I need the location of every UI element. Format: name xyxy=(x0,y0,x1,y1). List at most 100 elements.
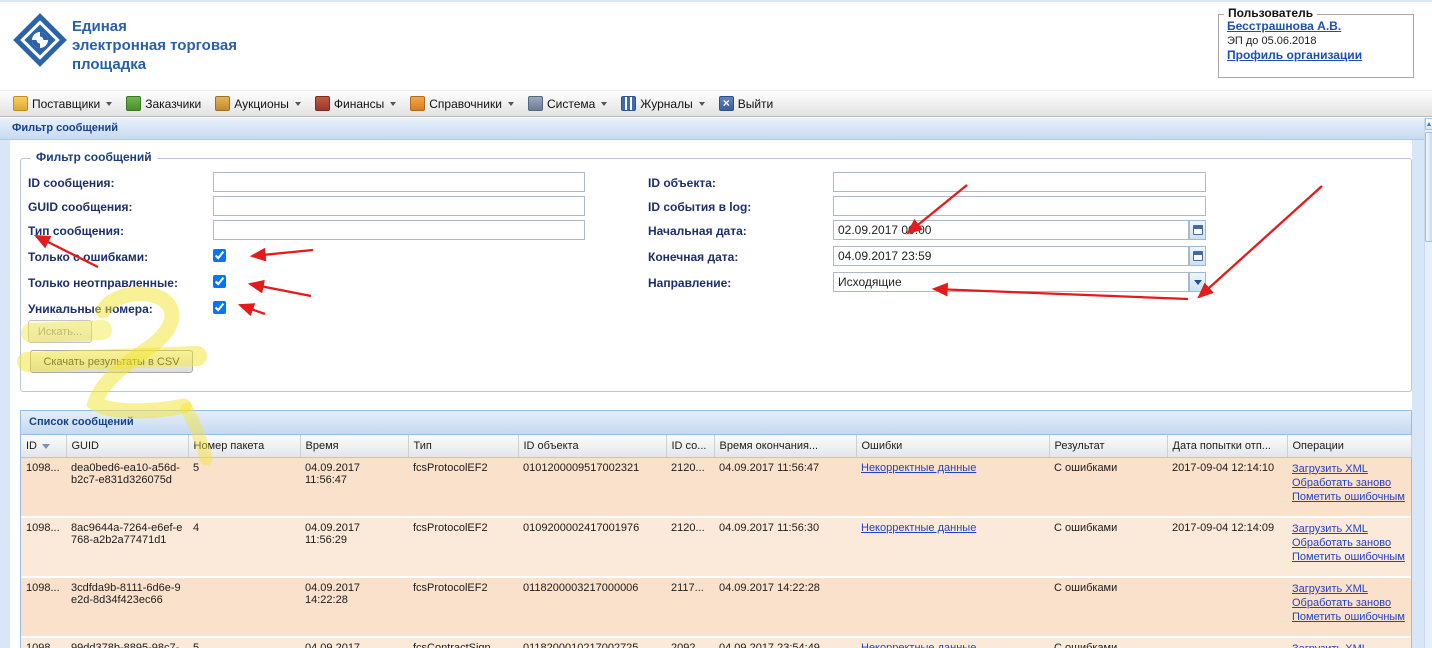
unsent-only-checkbox[interactable] xyxy=(213,275,226,288)
menu-suppliers[interactable]: Поставщики xyxy=(8,92,121,116)
message-id-input[interactable] xyxy=(213,172,585,192)
cell-attempt-date xyxy=(1167,577,1287,638)
table-row[interactable]: 1098... 99dd378b-8895-98c7-cb5f-3a41e72b… xyxy=(21,637,1411,648)
cell-time: 04.09.2017 11:56:29 xyxy=(300,517,408,578)
column-header-id[interactable]: ID xyxy=(21,435,67,458)
start-date-input[interactable] xyxy=(833,220,1189,240)
op-load-xml-link[interactable]: Загрузить XML xyxy=(1292,462,1406,476)
user-name-link[interactable]: Бесстрашнова А.В. xyxy=(1227,19,1413,33)
cell-id-so: 2117... xyxy=(666,577,714,638)
cell-object-id: 0118200010217002725 xyxy=(518,637,666,648)
direction-select[interactable]: Исходящие xyxy=(833,272,1189,292)
object-id-input[interactable] xyxy=(833,172,1206,192)
org-profile-link[interactable]: Профиль организации xyxy=(1227,48,1413,62)
vertical-scrollbar[interactable] xyxy=(1424,118,1432,648)
column-header-end-time[interactable]: Время окончания... xyxy=(714,435,857,458)
guid-input[interactable] xyxy=(213,196,585,216)
menu-journals[interactable]: Журналы xyxy=(616,92,713,116)
start-date-calendar-button[interactable] xyxy=(1189,220,1206,240)
cell-result: С ошибками xyxy=(1049,517,1167,578)
unique-numbers-checkbox[interactable] xyxy=(213,301,226,314)
page-title-bar: Фильтр сообщений xyxy=(0,118,1424,140)
op-mark-error-link[interactable]: Пометить ошибочным xyxy=(1292,550,1406,564)
scroll-up-button[interactable] xyxy=(1425,118,1432,130)
cell-errors xyxy=(856,577,1049,638)
menu-auctions[interactable]: Аукционы xyxy=(210,92,310,116)
cell-time: 04.09.2017 14:22:28 xyxy=(300,577,408,638)
search-button[interactable]: Искать... xyxy=(28,320,92,343)
cell-end-time: 04.09.2017 14:22:28 xyxy=(714,577,856,638)
column-header-packet[interactable]: Номер пакета xyxy=(188,435,301,458)
menu-finance[interactable]: Финансы xyxy=(310,92,405,116)
errors-only-checkbox[interactable] xyxy=(213,249,226,262)
unsent-only-label: Только неотправленные: xyxy=(28,276,178,290)
calendar-icon xyxy=(1192,251,1203,261)
message-type-input[interactable] xyxy=(213,220,585,240)
menu-exit[interactable]: Выйти xyxy=(714,92,783,116)
end-date-input[interactable] xyxy=(833,246,1189,266)
cell-id: 1098... xyxy=(21,577,66,638)
start-date-label: Начальная дата: xyxy=(648,224,747,238)
cell-id: 1098... xyxy=(21,457,66,518)
direction-dropdown-button[interactable] xyxy=(1189,272,1206,292)
op-mark-error-link[interactable]: Пометить ошибочным xyxy=(1292,610,1406,624)
column-header-id-so[interactable]: ID со... xyxy=(666,435,715,458)
chevron-down-icon xyxy=(106,101,113,106)
op-mark-error-link[interactable]: Пометить ошибочным xyxy=(1292,490,1406,504)
column-header-guid[interactable]: GUID xyxy=(66,435,189,458)
app-root: Единая электронная торговая площадка Пол… xyxy=(0,0,1432,648)
cell-operations: Загрузить XML Обработать заново Пометить… xyxy=(1287,517,1411,578)
cell-result: С ошибками xyxy=(1049,577,1167,638)
brand-title: Единая электронная торговая площадка xyxy=(72,18,237,73)
op-reprocess-link[interactable]: Обработать заново xyxy=(1292,476,1406,490)
log-event-id-input[interactable] xyxy=(833,196,1206,216)
table-row[interactable]: 1098... 8ac9644a-7264-e6ef-e768-a2b2a774… xyxy=(21,517,1411,578)
cell-guid: dea0bed6-ea10-a56d-b2c7-e831d326075d xyxy=(66,457,188,518)
chevron-down-icon xyxy=(294,101,301,106)
column-header-object-id[interactable]: ID объекта xyxy=(518,435,667,458)
customers-icon xyxy=(126,96,142,111)
scrollbar-thumb[interactable] xyxy=(1425,132,1432,242)
guid-label: GUID сообщения: xyxy=(28,200,133,214)
errors-link[interactable]: Некорректные данные xyxy=(861,462,976,474)
column-header-time[interactable]: Время xyxy=(300,435,409,458)
table-row[interactable]: 1098... dea0bed6-ea10-a56d-b2c7-e831d326… xyxy=(21,457,1411,518)
chevron-down-icon xyxy=(698,101,705,106)
column-header-type[interactable]: Тип xyxy=(408,435,519,458)
calendar-icon xyxy=(1192,225,1203,235)
op-reprocess-link[interactable]: Обработать заново xyxy=(1292,536,1406,550)
column-header-attempt-date[interactable]: Дата попытки отп... xyxy=(1167,435,1288,458)
column-header-result[interactable]: Результат xyxy=(1049,435,1168,458)
errors-link[interactable]: Некорректные данные xyxy=(861,522,976,534)
end-date-label: Конечная дата: xyxy=(648,250,739,264)
errors-link[interactable]: Некорректные данные xyxy=(861,642,976,648)
messages-table: ID GUID Номер пакета Время Тип ID объект… xyxy=(21,435,1412,648)
user-cert-info: ЭП до 05.06.2018 xyxy=(1227,35,1317,47)
op-load-xml-link[interactable]: Загрузить XML xyxy=(1292,642,1406,648)
op-load-xml-link[interactable]: Загрузить XML xyxy=(1292,522,1406,536)
errors-only-label: Только с ошибками: xyxy=(28,250,149,264)
cell-type: fcsProtocolEF2 xyxy=(408,577,518,638)
cell-operations: Загрузить XML Обработать заново Пометить… xyxy=(1287,577,1411,638)
cell-end-time: 04.09.2017 11:56:30 xyxy=(714,517,856,578)
messages-panel: Список сообщений ID GUID Номер пакета Вр… xyxy=(20,410,1412,648)
menu-directories[interactable]: Справочники xyxy=(405,92,523,116)
download-csv-button[interactable]: Скачать результаты в CSV xyxy=(30,350,193,373)
cell-time: 04.09.2017 23:54:48 xyxy=(300,637,408,648)
menu-system[interactable]: Система xyxy=(523,92,616,116)
system-icon xyxy=(527,96,543,111)
column-header-operations[interactable]: Операции xyxy=(1287,435,1412,458)
op-load-xml-link[interactable]: Загрузить XML xyxy=(1292,582,1406,596)
op-reprocess-link[interactable]: Обработать заново xyxy=(1292,596,1406,610)
cell-type: fcsProtocolEF2 xyxy=(408,457,518,518)
end-date-calendar-button[interactable] xyxy=(1189,246,1206,266)
table-row[interactable]: 1098... 3cdfda9b-8111-6d6e-9e2d-8d34f423… xyxy=(21,577,1411,638)
top-border xyxy=(0,0,1432,2)
cell-operations: Загрузить XML Обработать заново Пометить… xyxy=(1287,637,1411,648)
menu-customers[interactable]: Заказчики xyxy=(121,92,210,116)
chevron-down-icon xyxy=(601,101,608,106)
chevron-down-icon xyxy=(1193,279,1202,285)
column-header-errors[interactable]: Ошибки xyxy=(856,435,1050,458)
cell-errors: Некорректные данные xyxy=(856,457,1049,518)
message-id-label: ID сообщения: xyxy=(28,176,115,190)
